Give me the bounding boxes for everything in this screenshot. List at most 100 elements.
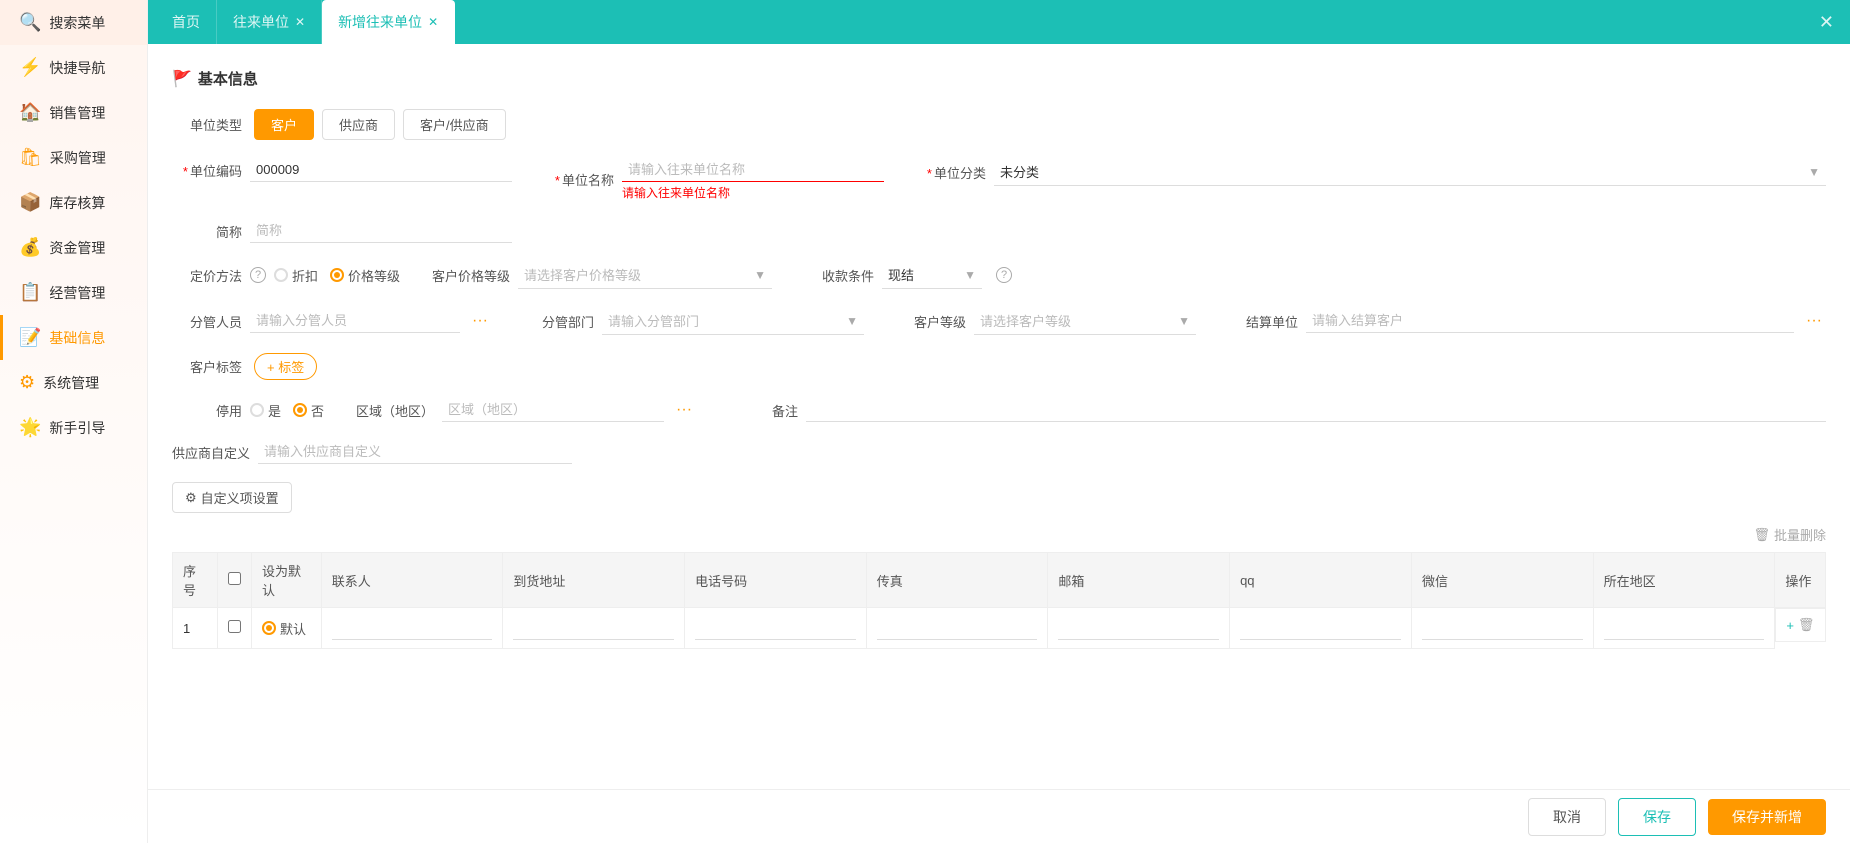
customer-price-level-arrow: ▼ <box>754 268 766 282</box>
manager-input[interactable] <box>250 309 460 333</box>
remark-input[interactable] <box>806 398 1826 422</box>
payment-terms-arrow: ▼ <box>964 268 976 282</box>
col-checkbox <box>217 553 251 608</box>
save-button[interactable]: 保存 <box>1618 798 1696 836</box>
unit-category-label: 单位分类 <box>916 163 986 182</box>
tab-new-counterparty[interactable]: 新增往来单位 ✕ <box>322 0 455 44</box>
row-email-input[interactable] <box>1058 616 1219 640</box>
close-all-tabs-button[interactable]: ✕ <box>1811 8 1842 37</box>
row-wechat-input[interactable] <box>1422 616 1583 640</box>
sidebar-item-operations[interactable]: 📋 经营管理 <box>0 270 147 315</box>
manager-more-btn[interactable]: ··· <box>468 312 492 330</box>
unit-type-supplier-btn[interactable]: 供应商 <box>322 109 395 140</box>
row-qq-input[interactable] <box>1240 616 1401 640</box>
row-contact <box>321 608 503 649</box>
sidebar-item-inventory[interactable]: 📦 库存核算 <box>0 180 147 225</box>
select-all-checkbox[interactable] <box>228 572 241 585</box>
settlement-unit-label: 结算单位 <box>1228 312 1298 331</box>
sidebar-item-basicinfo[interactable]: 📝 基础信息 <box>0 315 147 360</box>
section-title-label: 基本信息 <box>198 68 258 89</box>
custom-settings-button[interactable]: ⚙ 自定义项设置 <box>172 482 292 513</box>
sidebar-item-label: 搜索菜单 <box>49 13 105 33</box>
discount-radio-dot <box>274 268 288 282</box>
gear-icon: ⚙ <box>185 490 197 506</box>
supplier-custom-group: 供应商自定义 <box>172 440 572 464</box>
sidebar-item-purchase[interactable]: 🛍 采购管理 <box>0 135 147 180</box>
tab-home-label: 首页 <box>172 12 200 32</box>
sidebar: 🔍 搜索菜单 ⚡ 快捷导航 🏠 销售管理 🛍 采购管理 📦 库存核算 💰 资金管… <box>0 0 148 843</box>
customer-price-level-select[interactable]: 请选择客户价格等级 ▼ <box>518 261 772 289</box>
supplier-custom-label: 供应商自定义 <box>172 443 250 462</box>
sidebar-item-label: 库存核算 <box>49 193 105 213</box>
unit-category-select[interactable]: 未分类 ▼ <box>994 158 1826 186</box>
pricing-method-help-icon[interactable]: ? <box>250 267 266 283</box>
row-default-label: 默认 <box>280 619 306 638</box>
department-select[interactable]: 请输入分管部门 ▼ <box>602 307 864 335</box>
region-more-btn[interactable]: ··· <box>672 401 696 419</box>
customer-level-arrow: ▼ <box>1178 314 1190 328</box>
sidebar-item-quicknav[interactable]: ⚡ 快捷导航 <box>0 45 147 90</box>
cancel-button[interactable]: 取消 <box>1528 798 1606 836</box>
customer-level-group: 客户等级 请选择客户等级 ▼ <box>896 307 1196 335</box>
disabled-label: 停用 <box>172 401 242 420</box>
settlement-unit-more-btn[interactable]: ··· <box>1802 312 1826 330</box>
row-no: 1 <box>173 608 218 649</box>
row-default-radio[interactable]: 默认 <box>262 619 311 638</box>
unit-code-input[interactable] <box>250 158 512 182</box>
row-add-btn[interactable]: + <box>1786 618 1794 633</box>
department-placeholder: 请输入分管部门 <box>608 311 699 330</box>
unit-name-input[interactable] <box>622 158 884 182</box>
add-tag-button[interactable]: + 标签 <box>254 353 317 380</box>
col-phone: 电话号码 <box>685 553 867 608</box>
sidebar-item-system[interactable]: ⚙ 系统管理 <box>0 360 147 405</box>
purchase-icon: 🛍 <box>19 147 42 168</box>
row-region-input[interactable] <box>1604 616 1765 640</box>
unit-type-both-btn[interactable]: 客户/供应商 <box>403 109 506 140</box>
supplier-custom-input[interactable] <box>258 440 572 464</box>
row-address-input[interactable] <box>513 616 674 640</box>
row-default: 默认 <box>251 608 321 649</box>
row-region <box>1593 608 1775 649</box>
sidebar-item-search[interactable]: 🔍 搜索菜单 <box>0 0 147 45</box>
row-fax-input[interactable] <box>877 616 1038 640</box>
sidebar-item-sales[interactable]: 🏠 销售管理 <box>0 90 147 135</box>
row-phone-input[interactable] <box>695 616 856 640</box>
col-email: 邮箱 <box>1048 553 1230 608</box>
department-arrow: ▼ <box>846 314 858 328</box>
pricing-level-radio[interactable]: 价格等级 <box>330 266 400 285</box>
table-body: 1 默认 <box>173 608 1826 649</box>
customer-level-select[interactable]: 请选择客户等级 ▼ <box>974 307 1196 335</box>
tab-counterparty-close[interactable]: ✕ <box>295 15 305 29</box>
row-checkbox-1[interactable] <box>228 620 241 633</box>
sidebar-item-label: 基础信息 <box>49 328 105 348</box>
abbr-row: 简称 <box>172 219 1826 243</box>
disabled-yes-radio[interactable]: 是 <box>250 401 281 420</box>
sidebar-item-newbie[interactable]: 🌟 新手引导 <box>0 405 147 450</box>
disabled-radio-group: 是 否 <box>250 401 324 420</box>
unit-type-customer-btn[interactable]: 客户 <box>254 109 314 140</box>
tab-home[interactable]: 首页 <box>156 0 217 44</box>
tab-counterparty[interactable]: 往来单位 ✕ <box>217 0 322 44</box>
unit-name-error: 请输入往来单位名称 <box>622 184 884 201</box>
save-and-new-button[interactable]: 保存并新增 <box>1708 799 1826 835</box>
col-wechat: 微信 <box>1411 553 1593 608</box>
abbr-input[interactable] <box>250 219 512 243</box>
disabled-no-radio[interactable]: 否 <box>293 401 324 420</box>
sidebar-item-finance[interactable]: 💰 资金管理 <box>0 225 147 270</box>
abbr-group: 简称 <box>172 219 512 243</box>
row-contact-input[interactable] <box>332 616 493 640</box>
tab-new-counterparty-close[interactable]: ✕ <box>428 15 438 29</box>
customer-tags-label: 客户标签 <box>172 357 242 376</box>
col-fax: 传真 <box>866 553 1048 608</box>
region-input[interactable] <box>442 398 664 422</box>
batch-delete-button[interactable]: 🗑 批量删除 <box>1753 525 1826 544</box>
row-phone <box>685 608 867 649</box>
disabled-no-dot <box>293 403 307 417</box>
payment-terms-help-icon[interactable]: ? <box>996 267 1012 283</box>
payment-terms-select[interactable]: 现结 ▼ <box>882 261 982 289</box>
row-delete-btn[interactable]: 🗑 <box>1798 617 1815 633</box>
settlement-unit-input[interactable] <box>1306 309 1794 333</box>
pricing-discount-radio[interactable]: 折扣 <box>274 266 318 285</box>
newbie-icon: 🌟 <box>19 417 41 438</box>
col-address: 到货地址 <box>503 553 685 608</box>
